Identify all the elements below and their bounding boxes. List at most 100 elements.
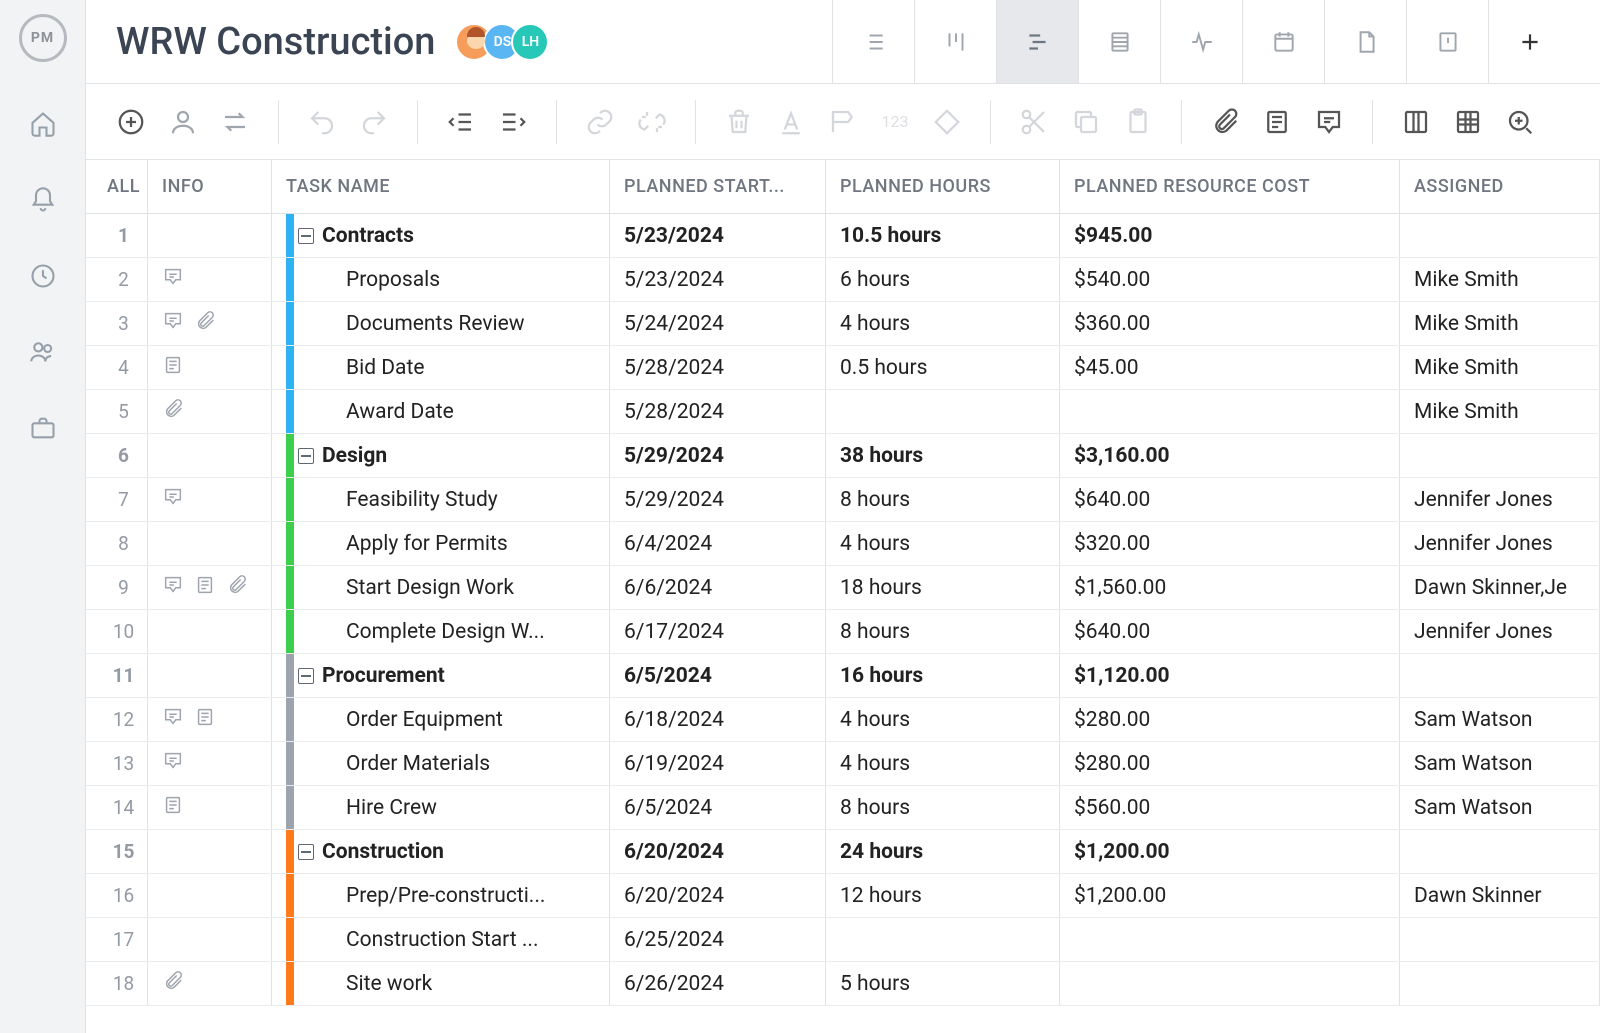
view-list-icon[interactable] (832, 0, 914, 83)
assigned[interactable]: Jennifer Jones (1400, 610, 1600, 653)
planned-cost[interactable]: $945.00 (1060, 214, 1400, 257)
planned-cost[interactable]: $560.00 (1060, 786, 1400, 829)
planned-start[interactable]: 6/20/2024 (610, 874, 826, 917)
assigned[interactable]: Jennifer Jones (1400, 522, 1600, 565)
trash-icon[interactable] (724, 107, 754, 137)
avatar-lh[interactable]: LH (511, 23, 549, 61)
clock-icon[interactable] (29, 262, 57, 290)
view-board-icon[interactable] (914, 0, 996, 83)
people-icon[interactable] (29, 338, 57, 366)
assigned[interactable] (1400, 918, 1600, 961)
planned-hours[interactable]: 4 hours (826, 698, 1060, 741)
planned-start[interactable]: 5/28/2024 (610, 390, 826, 433)
planned-hours[interactable]: 4 hours (826, 742, 1060, 785)
planned-hours[interactable]: 16 hours (826, 654, 1060, 697)
progress-icon[interactable]: 123 (880, 107, 910, 137)
paste-icon[interactable] (1123, 107, 1153, 137)
assigned[interactable]: Mike Smith (1400, 258, 1600, 301)
planned-cost[interactable]: $45.00 (1060, 346, 1400, 389)
column-planned-cost[interactable]: PLANNED RESOURCE COST (1060, 160, 1400, 213)
planned-start[interactable]: 6/17/2024 (610, 610, 826, 653)
planned-start[interactable]: 6/5/2024 (610, 786, 826, 829)
add-circle-icon[interactable] (116, 107, 146, 137)
task-cell[interactable]: Bid Date (272, 346, 610, 389)
task-row[interactable]: 13Order Materials6/19/20244 hours$280.00… (86, 742, 1600, 786)
planned-cost[interactable]: $1,200.00 (1060, 830, 1400, 873)
view-add-icon[interactable] (1488, 0, 1570, 83)
assigned[interactable]: Sam Watson (1400, 742, 1600, 785)
planned-start[interactable]: 5/29/2024 (610, 434, 826, 477)
planned-hours[interactable]: 5 hours (826, 962, 1060, 1005)
grid-body[interactable]: 1Contracts5/23/202410.5 hours$945.002Pro… (86, 214, 1600, 1033)
task-row[interactable]: 10Complete Design W...6/17/20248 hours$6… (86, 610, 1600, 654)
task-row[interactable]: 4Bid Date5/28/20240.5 hours$45.00Mike Sm… (86, 346, 1600, 390)
task-cell[interactable]: Construction Start ... (272, 918, 610, 961)
assigned[interactable]: Sam Watson (1400, 698, 1600, 741)
task-cell[interactable]: Construction (272, 830, 610, 873)
collapse-toggle[interactable] (298, 448, 314, 464)
planned-hours[interactable]: 10.5 hours (826, 214, 1060, 257)
planned-start[interactable]: 6/25/2024 (610, 918, 826, 961)
column-info[interactable]: INFO (148, 160, 272, 213)
task-row[interactable]: 18Site work6/26/20245 hours (86, 962, 1600, 1006)
attachment-icon[interactable] (1210, 107, 1240, 137)
planned-hours[interactable]: 8 hours (826, 478, 1060, 521)
planned-start[interactable]: 6/18/2024 (610, 698, 826, 741)
task-row[interactable]: 8Apply for Permits6/4/20244 hours$320.00… (86, 522, 1600, 566)
planned-hours[interactable]: 6 hours (826, 258, 1060, 301)
briefcase-icon[interactable] (29, 414, 57, 442)
task-cell[interactable]: Award Date (272, 390, 610, 433)
planned-cost[interactable]: $1,560.00 (1060, 566, 1400, 609)
planned-start[interactable]: 6/20/2024 (610, 830, 826, 873)
task-row[interactable]: 9Start Design Work6/6/202418 hours$1,560… (86, 566, 1600, 610)
task-cell[interactable]: Feasibility Study (272, 478, 610, 521)
planned-hours[interactable]: 12 hours (826, 874, 1060, 917)
column-planned-hours[interactable]: PLANNED HOURS (826, 160, 1060, 213)
planned-cost[interactable]: $640.00 (1060, 610, 1400, 653)
avatar-face[interactable] (455, 23, 493, 61)
planned-cost[interactable]: $1,120.00 (1060, 654, 1400, 697)
planned-start[interactable]: 6/4/2024 (610, 522, 826, 565)
planned-cost[interactable]: $540.00 (1060, 258, 1400, 301)
column-planned-start[interactable]: PLANNED START... (610, 160, 826, 213)
task-row[interactable]: 11Procurement6/5/202416 hours$1,120.00 (86, 654, 1600, 698)
task-row[interactable]: 1Contracts5/23/202410.5 hours$945.00 (86, 214, 1600, 258)
view-calendar-icon[interactable] (1242, 0, 1324, 83)
grid-icon[interactable] (1453, 107, 1483, 137)
planned-start[interactable]: 5/29/2024 (610, 478, 826, 521)
task-cell[interactable]: Hire Crew (272, 786, 610, 829)
assigned[interactable]: Mike Smith (1400, 302, 1600, 345)
unlink-icon[interactable] (637, 107, 667, 137)
planned-cost[interactable]: $280.00 (1060, 698, 1400, 741)
assigned[interactable]: Mike Smith (1400, 390, 1600, 433)
planned-cost[interactable]: $280.00 (1060, 742, 1400, 785)
planned-hours[interactable] (826, 918, 1060, 961)
planned-hours[interactable] (826, 390, 1060, 433)
task-cell[interactable]: Documents Review (272, 302, 610, 345)
notes-icon[interactable] (1262, 107, 1292, 137)
collapse-toggle[interactable] (298, 228, 314, 244)
copy-icon[interactable] (1071, 107, 1101, 137)
planned-start[interactable]: 6/6/2024 (610, 566, 826, 609)
assigned[interactable]: Dawn Skinner,Je (1400, 566, 1600, 609)
task-row[interactable]: 6Design5/29/202438 hours$3,160.00 (86, 434, 1600, 478)
task-cell[interactable]: Order Equipment (272, 698, 610, 741)
view-activity-icon[interactable] (1160, 0, 1242, 83)
planned-hours[interactable]: 0.5 hours (826, 346, 1060, 389)
assigned[interactable]: Jennifer Jones (1400, 478, 1600, 521)
redo-icon[interactable] (359, 107, 389, 137)
task-cell[interactable]: Contracts (272, 214, 610, 257)
task-cell[interactable]: Apply for Permits (272, 522, 610, 565)
assigned[interactable] (1400, 434, 1600, 477)
column-task-name[interactable]: TASK NAME (272, 160, 610, 213)
task-row[interactable]: 16Prep/Pre-constructi...6/20/202412 hour… (86, 874, 1600, 918)
link-icon[interactable] (585, 107, 615, 137)
assigned[interactable] (1400, 830, 1600, 873)
task-cell[interactable]: Complete Design W... (272, 610, 610, 653)
view-sheet-icon[interactable] (1078, 0, 1160, 83)
text-color-icon[interactable] (776, 107, 806, 137)
planned-start[interactable]: 5/24/2024 (610, 302, 826, 345)
task-row[interactable]: 3Documents Review5/24/20244 hours$360.00… (86, 302, 1600, 346)
planned-start[interactable]: 5/23/2024 (610, 258, 826, 301)
assigned[interactable] (1400, 654, 1600, 697)
